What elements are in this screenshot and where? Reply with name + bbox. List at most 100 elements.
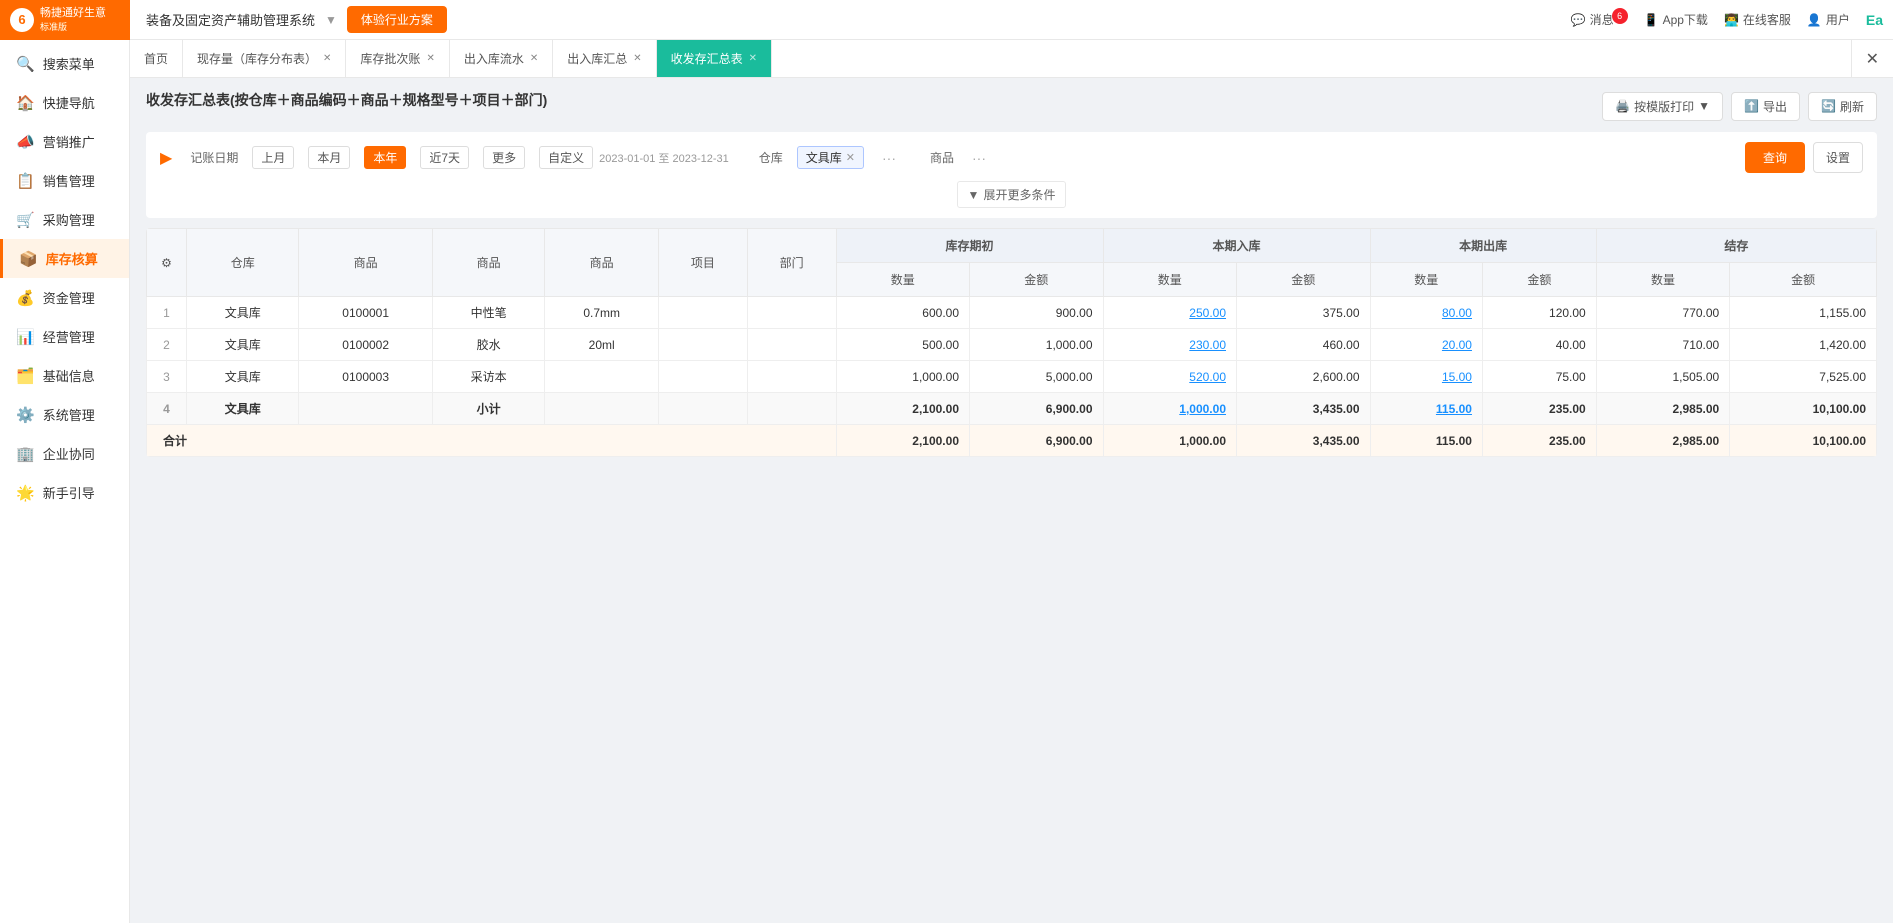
tab-batch-close[interactable]: ✕ (426, 53, 434, 64)
sidebar: 🔍 搜索菜单 🏠 快捷导航 📣 营销推广 📋 销售管理 🛒 采购管理 📦 库存核… (0, 40, 130, 923)
tab-recv-send-summary[interactable]: 收发存汇总表 ✕ (657, 40, 772, 78)
sidebar-item-marketing[interactable]: 📣 营销推广 (0, 122, 129, 161)
warehouse-dots[interactable]: ··· (878, 150, 900, 166)
goods-dots[interactable]: ··· (968, 150, 990, 166)
row-out-qty[interactable]: 20.00 (1370, 329, 1482, 361)
service-btn[interactable]: 👨‍💻 在线客服 (1724, 11, 1791, 28)
exp-btn[interactable]: 体验行业方案 (347, 6, 447, 33)
user-btn[interactable]: 👤 用户 (1807, 11, 1850, 28)
row-out-qty[interactable]: 115.00 (1370, 393, 1482, 425)
refresh-btn[interactable]: 🔄 刷新 (1808, 92, 1877, 121)
sidebar-item-newbie[interactable]: 🌟 新手引导 (0, 473, 129, 512)
row-bal-amt: 7,525.00 (1730, 361, 1877, 393)
sidebar-item-finance[interactable]: 💰 资金管理 (0, 278, 129, 317)
date-btn-custom[interactable]: 自定义 (539, 146, 593, 169)
warehouse-tag[interactable]: 文具库 ✕ (797, 146, 864, 169)
init-stock-header: 库存期初 (836, 229, 1103, 263)
row-init-qty: 600.00 (836, 297, 970, 329)
tab-in-out-summary[interactable]: 出入库汇总 ✕ (553, 40, 656, 78)
row-num: 4 (147, 393, 187, 425)
row-out-amt: 235.00 (1482, 393, 1596, 425)
row-project (659, 361, 748, 393)
row-code (299, 393, 433, 425)
sidebar-label-purchase: 采购管理 (43, 210, 95, 229)
tab-in-out-summary-label: 出入库汇总 (567, 50, 627, 67)
right-corner-label: Ea (1866, 12, 1883, 28)
date-btn-7days[interactable]: 近7天 (420, 146, 469, 169)
row-in-qty[interactable]: 230.00 (1103, 329, 1237, 361)
name-col-header: 商品 (432, 229, 544, 297)
row-spec (545, 393, 659, 425)
project-col-header: 项目 (659, 229, 748, 297)
system-icon: ⚙️ (16, 406, 35, 424)
row-name: 小计 (432, 393, 544, 425)
query-btn[interactable]: 查询 (1745, 142, 1805, 173)
tab-inventory-dist-close[interactable]: ✕ (323, 53, 331, 64)
footer-out-amt: 235.00 (1482, 425, 1596, 457)
close-all-btn[interactable]: ✕ (1851, 40, 1893, 78)
row-in-amt: 3,435.00 (1237, 393, 1371, 425)
app-download-btn[interactable]: 📱 App下载 (1644, 11, 1708, 28)
finance-icon: 💰 (16, 289, 35, 307)
expand-conditions-btn[interactable]: ▼ 展开更多条件 (957, 181, 1067, 208)
refresh-icon: 🔄 (1821, 99, 1836, 113)
tab-batch[interactable]: 库存批次账 ✕ (346, 40, 449, 78)
filter-collapse-btn[interactable]: ▶ (160, 148, 172, 168)
table-container: ⚙ 仓库 商品 商品 商品 项目 部门 库存期初 本期入库 本期出库 结存 (146, 228, 1877, 457)
footer-bal-qty: 2,985.00 (1596, 425, 1730, 457)
sidebar-item-base[interactable]: 🗂️ 基础信息 (0, 356, 129, 395)
dept-col-header: 部门 (747, 229, 836, 297)
system-name: 装备及固定资产辅助管理系统 (146, 10, 315, 29)
out-amt-header: 金额 (1482, 263, 1596, 297)
marketing-icon: 📣 (16, 133, 35, 151)
row-in-qty[interactable]: 1,000.00 (1103, 393, 1237, 425)
footer-label: 合计 (147, 425, 837, 457)
top-header: 6 畅捷通好生意 标准版 装备及固定资产辅助管理系统 ▼ 体验行业方案 💬 消息… (0, 0, 1893, 40)
tab-in-out-flow[interactable]: 出入库流水 ✕ (450, 40, 553, 78)
print-btn[interactable]: 🖨️ 按模版打印 ▼ (1602, 92, 1723, 121)
sidebar-item-inventory[interactable]: 📦 库存核算 (0, 239, 129, 278)
tab-in-out-flow-close[interactable]: ✕ (530, 53, 538, 64)
row-in-qty[interactable]: 520.00 (1103, 361, 1237, 393)
gear-header[interactable]: ⚙ (147, 229, 187, 297)
msg-btn[interactable]: 💬 消息 6 (1571, 11, 1628, 28)
sidebar-item-operations[interactable]: 📊 经营管理 (0, 317, 129, 356)
export-btn[interactable]: ⬆️ 导出 (1731, 92, 1800, 121)
purchase-icon: 🛒 (16, 211, 35, 229)
date-btn-this-year[interactable]: 本年 (364, 146, 406, 169)
system-dropdown-icon[interactable]: ▼ (325, 13, 337, 27)
date-btn-more[interactable]: 更多 (483, 146, 525, 169)
tab-home[interactable]: 首页 (130, 40, 183, 78)
tab-in-out-flow-label: 出入库流水 (464, 50, 524, 67)
row-out-qty[interactable]: 15.00 (1370, 361, 1482, 393)
row-bal-amt: 10,100.00 (1730, 393, 1877, 425)
row-out-qty[interactable]: 80.00 (1370, 297, 1482, 329)
footer-in-amt: 3,435.00 (1237, 425, 1371, 457)
sidebar-item-search[interactable]: 🔍 搜索菜单 (0, 44, 129, 83)
row-spec (545, 361, 659, 393)
init-qty-header: 数量 (836, 263, 970, 297)
tab-inventory-dist[interactable]: 现存量（库存分布表） ✕ (183, 40, 346, 78)
sidebar-item-sales[interactable]: 📋 销售管理 (0, 161, 129, 200)
sidebar-item-system[interactable]: ⚙️ 系统管理 (0, 395, 129, 434)
warehouse-tag-remove[interactable]: ✕ (846, 151, 855, 164)
sidebar-label-sales: 销售管理 (43, 171, 95, 190)
row-num: 3 (147, 361, 187, 393)
date-btn-this-month[interactable]: 本月 (308, 146, 350, 169)
tab-recv-send-summary-close[interactable]: ✕ (749, 53, 757, 64)
sidebar-item-quick[interactable]: 🏠 快捷导航 (0, 83, 129, 122)
operations-icon: 📊 (16, 328, 35, 346)
bal-amt-header: 金额 (1730, 263, 1877, 297)
expand-label: 展开更多条件 (983, 186, 1055, 203)
row-in-qty[interactable]: 250.00 (1103, 297, 1237, 329)
footer-init-amt: 6,900.00 (970, 425, 1104, 457)
tab-in-out-summary-close[interactable]: ✕ (633, 53, 641, 64)
footer-total-row: 合计 2,100.00 6,900.00 1,000.00 3,435.00 1… (147, 425, 1877, 457)
date-btn-last-month[interactable]: 上月 (252, 146, 294, 169)
settings-btn[interactable]: 设置 (1813, 142, 1863, 173)
sidebar-item-purchase[interactable]: 🛒 采购管理 (0, 200, 129, 239)
page-title: 收发存汇总表(按仓库＋商品编码＋商品＋规格型号＋项目＋部门) (146, 90, 547, 110)
sidebar-item-corp[interactable]: 🏢 企业协同 (0, 434, 129, 473)
date-range: 2023-01-01 至 2023-12-31 (599, 150, 729, 166)
row-project (659, 329, 748, 361)
